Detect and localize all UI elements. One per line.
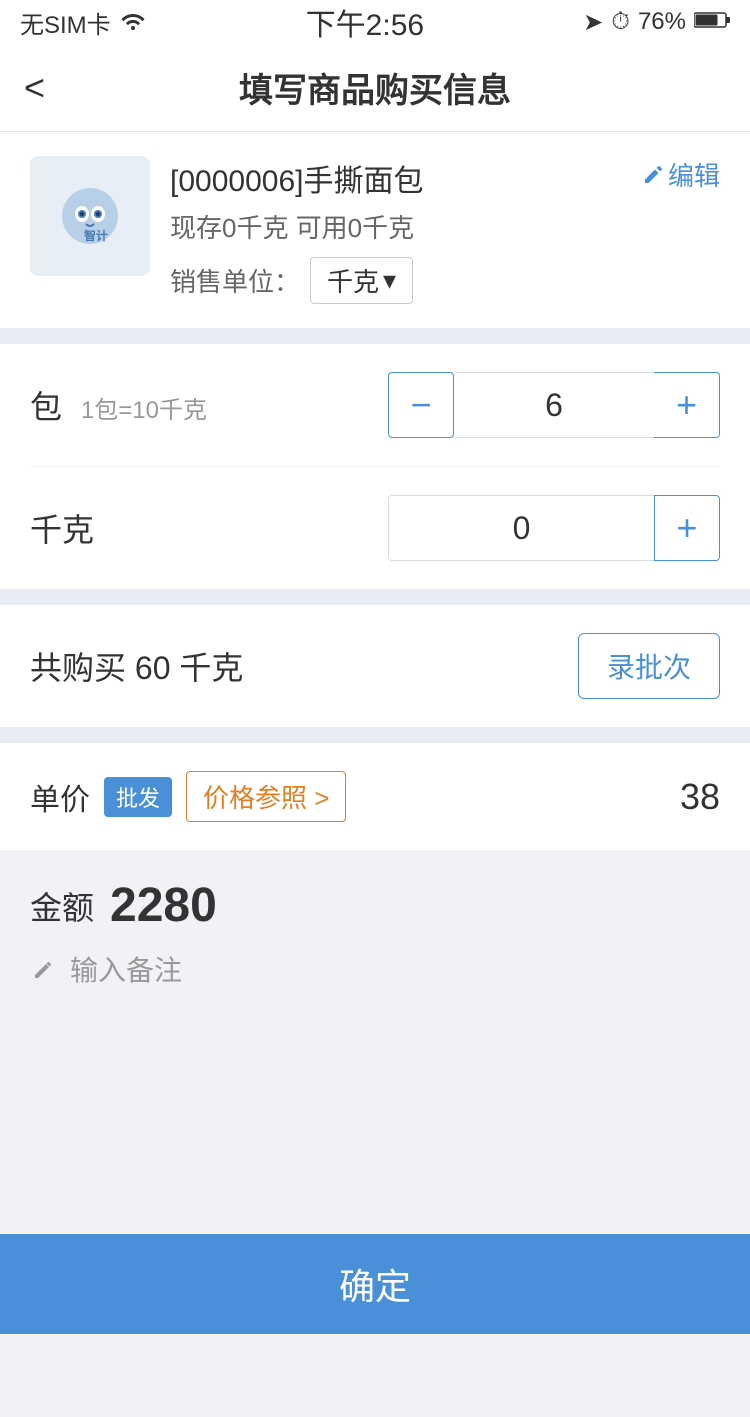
bag-qty-control: − + — [388, 372, 720, 438]
amount-value: 2280 — [110, 878, 217, 933]
amount-label: 金额 — [30, 883, 94, 929]
bag-label: 包 1包=10千克 — [30, 382, 388, 428]
product-unit-row: 销售单位： 千克 ▾ — [170, 257, 720, 304]
page-title: 填写商品购买信息 — [239, 63, 511, 112]
battery-text: 76% — [638, 8, 686, 36]
status-left: 无SIM卡 — [20, 5, 147, 40]
kg-qty-control: + — [388, 495, 720, 561]
batch-button[interactable]: 录批次 — [578, 633, 720, 699]
bag-section: 包 1包=10千克 − + 千克 + — [0, 344, 750, 589]
amount-row: 金额 2280 — [30, 878, 720, 933]
price-section: 单价 批发 价格参照 > 38 — [0, 743, 750, 850]
total-row: 共购买 60 千克 录批次 — [0, 605, 750, 727]
bag-hint: 1包=10千克 — [81, 397, 207, 424]
separator-1 — [0, 328, 750, 344]
edit-icon — [642, 164, 664, 186]
kg-qty-input[interactable] — [388, 495, 654, 561]
separator-3 — [0, 727, 750, 743]
pencil-icon — [30, 955, 58, 983]
status-bar: 无SIM卡 下午2:56 ➤ ⏱ 76% — [0, 0, 750, 44]
bag-minus-button[interactable]: − — [388, 372, 454, 438]
kg-label: 千克 — [30, 505, 388, 551]
carrier-text: 无SIM卡 — [20, 5, 111, 40]
status-time: 下午2:56 — [306, 0, 424, 44]
confirm-button[interactable]: 确定 — [339, 1258, 411, 1310]
dropdown-icon: ▾ — [383, 265, 396, 296]
unit-select[interactable]: 千克 ▾ — [310, 257, 413, 304]
price-ref-button[interactable]: 价格参照 > — [186, 771, 346, 822]
remark-label[interactable]: 输入备注 — [70, 949, 182, 989]
wifi-icon — [119, 8, 147, 37]
svg-text:智计: 智计 — [83, 228, 108, 243]
product-name: [0000006]手撕面包 — [170, 156, 720, 200]
bag-plus-button[interactable]: + — [654, 372, 720, 438]
nav-bar: < 填写商品购买信息 — [0, 44, 750, 132]
price-value: 38 — [680, 776, 720, 818]
price-label: 单价 — [30, 775, 90, 819]
amount-section: 金额 2280 输入备注 — [0, 850, 750, 1017]
product-thumbnail: 智计 — [30, 156, 150, 276]
bag-qty-input[interactable] — [454, 372, 654, 438]
unit-value: 千克 — [327, 262, 379, 299]
product-info: [0000006]手撕面包 现存0千克 可用0千克 销售单位： 千克 ▾ — [170, 156, 720, 304]
unit-label: 销售单位： — [170, 262, 300, 299]
content-spacer — [0, 1017, 750, 1417]
total-label: 共购买 60 千克 — [30, 643, 578, 689]
edit-button[interactable]: 编辑 — [642, 156, 720, 193]
bag-qty-row: 包 1包=10千克 − + — [30, 344, 720, 467]
battery-icon — [694, 8, 730, 36]
confirm-bar[interactable]: 确定 — [0, 1234, 750, 1334]
product-card: 智计 [0000006]手撕面包 现存0千克 可用0千克 销售单位： 千克 ▾ … — [0, 132, 750, 328]
kg-plus-button[interactable]: + — [654, 495, 720, 561]
separator-2 — [0, 589, 750, 605]
location-icon: ➤ — [583, 8, 603, 37]
alarm-icon: ⏱ — [611, 8, 630, 36]
kg-qty-row: 千克 + — [30, 467, 720, 589]
price-tag: 批发 — [104, 777, 172, 817]
status-right: ➤ ⏱ 76% — [583, 8, 730, 37]
remark-row[interactable]: 输入备注 — [30, 949, 720, 989]
back-button[interactable]: < — [24, 67, 45, 109]
product-stock: 现存0千克 可用0千克 — [170, 208, 720, 245]
edit-label: 编辑 — [668, 156, 720, 193]
product-logo-icon: 智计 — [60, 186, 120, 246]
